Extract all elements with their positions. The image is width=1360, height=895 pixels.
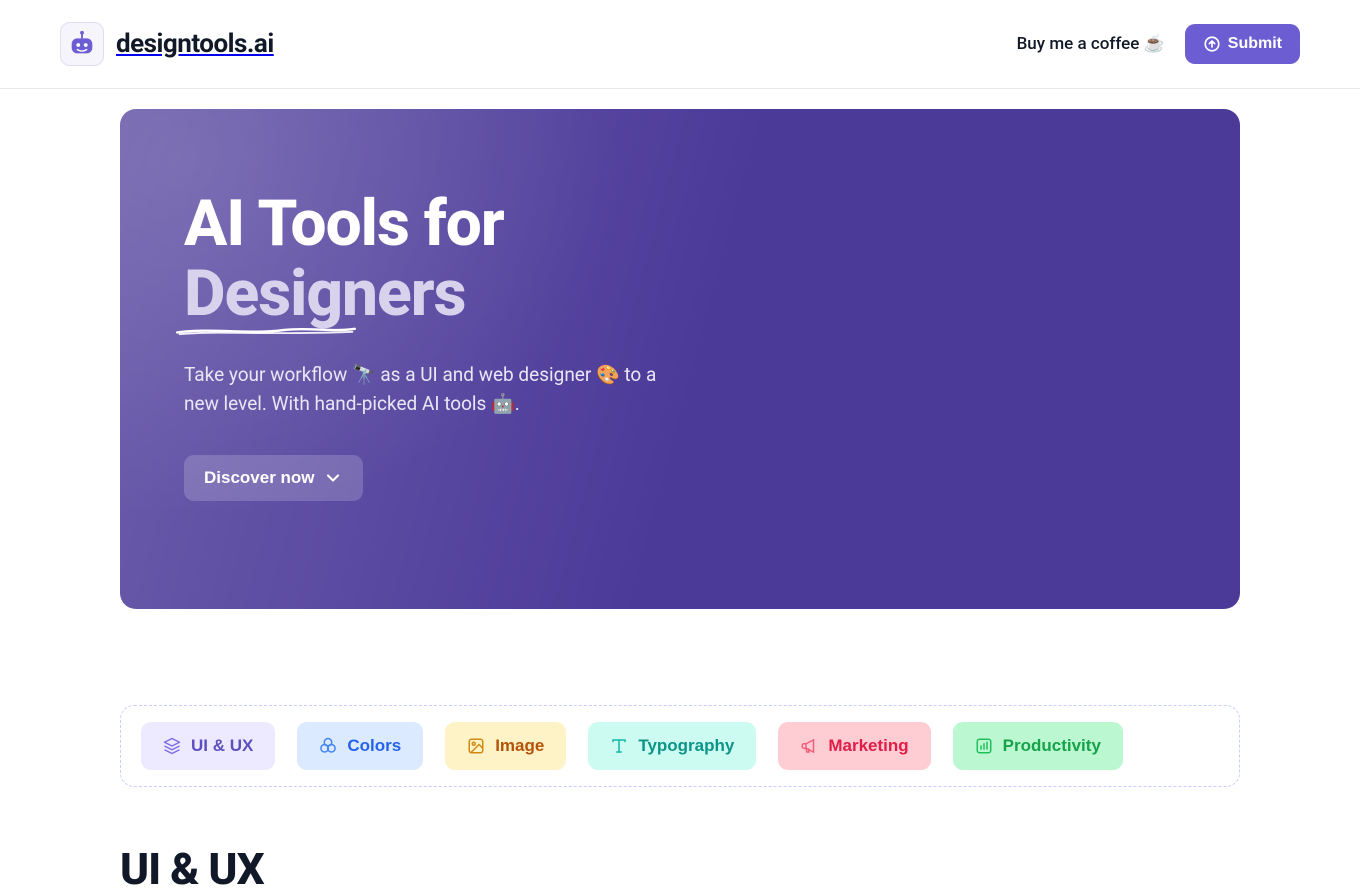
category-uiux[interactable]: UI & UX xyxy=(141,722,275,770)
header-actions: Buy me a coffee ☕ Submit xyxy=(1017,24,1300,64)
site-header: designtools.ai Buy me a coffee ☕ Submit xyxy=(0,0,1360,89)
buy-coffee-link[interactable]: Buy me a coffee ☕ xyxy=(1017,34,1165,54)
category-colors[interactable]: Colors xyxy=(297,722,423,770)
category-marketing[interactable]: Marketing xyxy=(778,722,930,770)
discover-button-label: Discover now xyxy=(204,468,315,488)
hero-title-line1: AI Tools for xyxy=(184,189,1176,259)
underline-decoration xyxy=(176,324,356,336)
chevron-down-icon xyxy=(323,468,343,488)
category-productivity[interactable]: Productivity xyxy=(953,722,1123,770)
type-icon xyxy=(610,737,628,755)
category-label: Colors xyxy=(347,736,401,756)
submit-button[interactable]: Submit xyxy=(1185,24,1300,64)
logo-icon xyxy=(60,22,104,66)
section-heading-uiux: UI & UX xyxy=(120,843,1240,895)
category-label: Typography xyxy=(638,736,734,756)
hero-section: AI Tools for Designers Take your workflo… xyxy=(120,109,1240,609)
hero-description: Take your workflow 🔭 as a UI and web des… xyxy=(184,360,684,419)
category-typography[interactable]: Typography xyxy=(588,722,756,770)
category-label: Marketing xyxy=(828,736,908,756)
discover-button[interactable]: Discover now xyxy=(184,455,363,501)
color-swatch-icon xyxy=(319,737,337,755)
category-image[interactable]: Image xyxy=(445,722,566,770)
logo-link[interactable]: designtools.ai xyxy=(60,22,274,66)
logo-text: designtools.ai xyxy=(116,29,274,59)
layers-icon xyxy=(163,737,181,755)
megaphone-icon xyxy=(800,737,818,755)
category-label: Productivity xyxy=(1003,736,1101,756)
hero-title-line2: Designers xyxy=(184,259,465,329)
category-label: UI & UX xyxy=(191,736,253,756)
image-icon xyxy=(467,737,485,755)
bar-chart-icon xyxy=(975,737,993,755)
category-label: Image xyxy=(495,736,544,756)
upload-icon xyxy=(1203,35,1221,53)
category-nav: UI & UX Colors Image Typograp xyxy=(120,705,1240,787)
submit-button-label: Submit xyxy=(1228,35,1282,53)
